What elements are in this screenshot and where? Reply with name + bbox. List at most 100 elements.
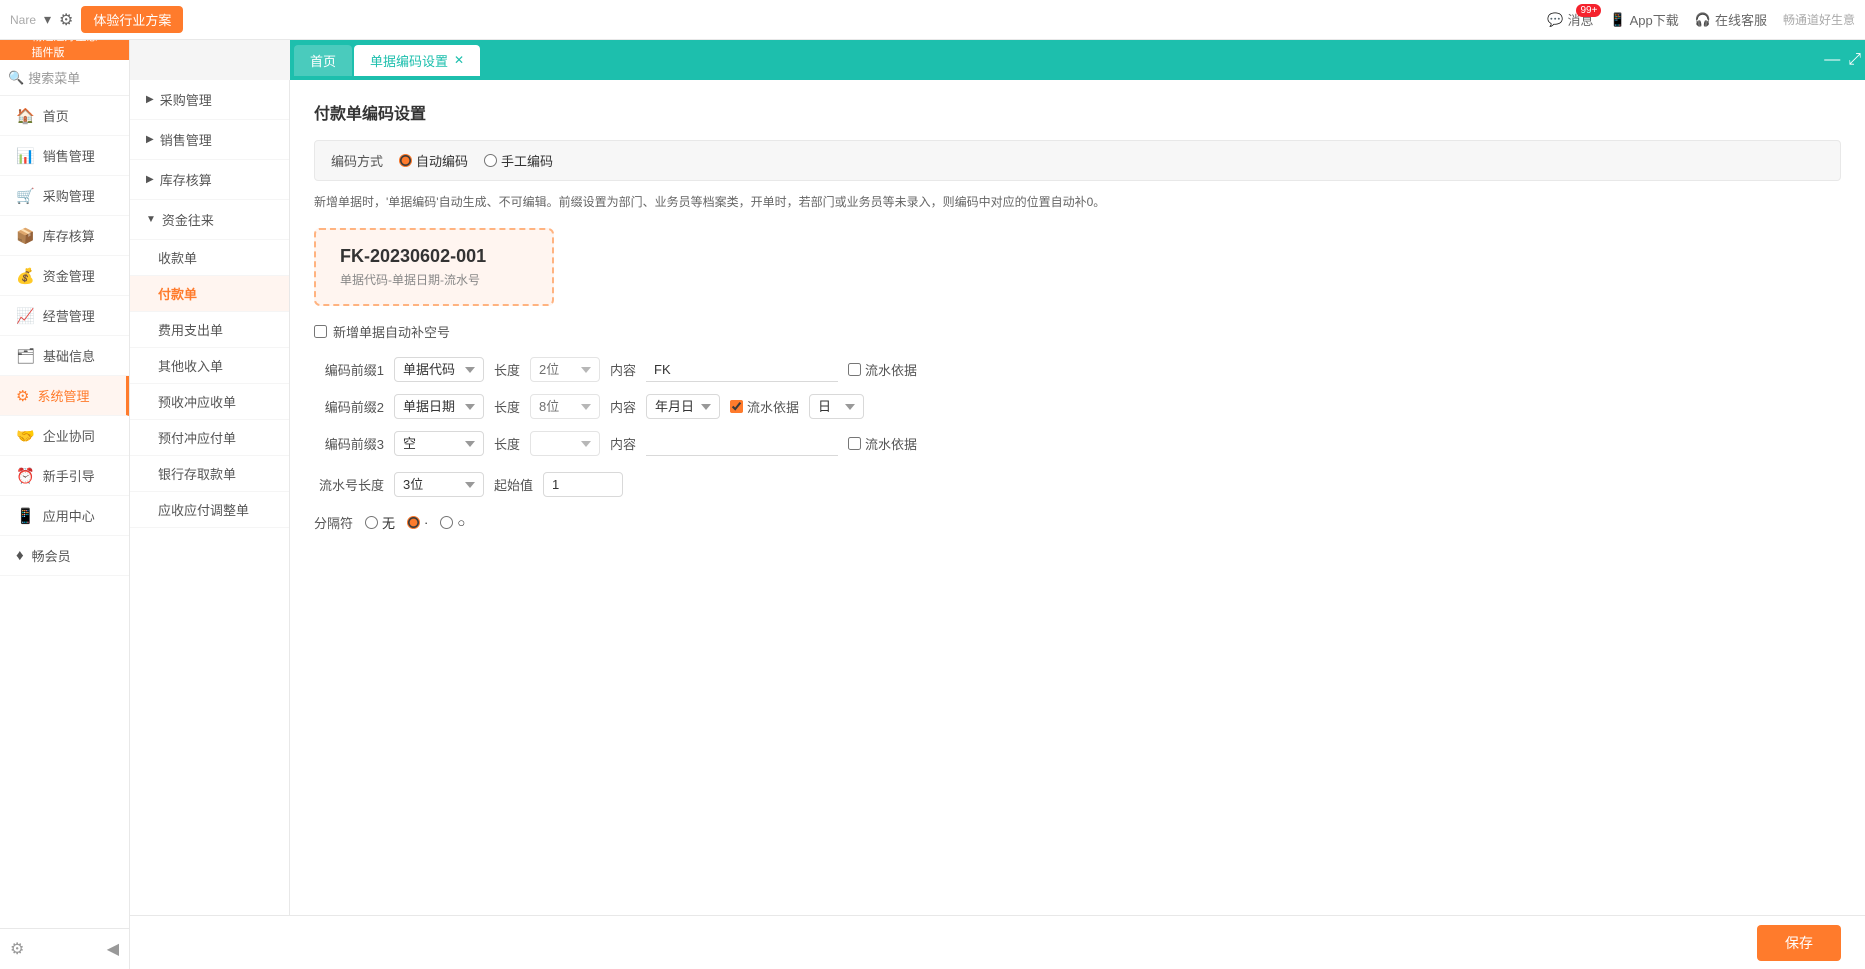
sidebar-item-sales[interactable]: 📊 销售管理 [0,136,129,176]
separator-none-option[interactable]: 无 [365,513,395,532]
serial-length-select[interactable]: 3位 4位 5位 6位 [394,472,484,497]
prefix2-content-label: 内容 [610,397,636,416]
sidebar-item-label: 采购管理 [43,186,95,205]
sidebar-item-app[interactable]: 📱 应用中心 [0,496,129,536]
sidebar-item-label: 库存核算 [43,226,95,245]
prefix1-serial-check[interactable]: 流水依据 [848,360,917,379]
message-button[interactable]: 💬 消息 99+ [1547,10,1593,29]
serial-row: 流水号长度 3位 4位 5位 6位 起始值 [314,472,1841,497]
sidebar-item-enterprise[interactable]: 🤝 企业协同 [0,416,129,456]
sidebar-item-label: 经营管理 [43,306,95,325]
tab-bar-right: — ⤢ [1824,51,1861,69]
sales-icon: 📊 [16,147,35,165]
prefix3-type-select[interactable]: 空 单据代码 单据日期 [394,431,484,456]
tab-home[interactable]: 首页 [294,45,352,76]
sidebar-item-management[interactable]: 📈 经营管理 [0,296,129,336]
prefix3-serial-check[interactable]: 流水依据 [848,434,917,453]
auto-fill-checkbox[interactable] [314,325,327,338]
nav-item-prepaid-ap[interactable]: 预付冲应付单 [130,420,289,456]
separator-dot-option[interactable]: · [407,515,428,530]
settings-icon-button[interactable]: ⚙ [59,10,73,30]
serial-start-label: 起始值 [494,475,533,494]
tab-close-icon[interactable]: ✕ [454,53,464,67]
sidebar-item-label: 首页 [43,106,69,125]
manual-encode-label: 手工编码 [501,151,553,170]
nav-item-bank[interactable]: 银行存取款单 [130,456,289,492]
manual-encode-radio[interactable] [484,154,497,167]
content-area: 付款单编码设置 编码方式 自动编码 手工编码 新增单据时，'单据编码'自动生成、… [290,80,1865,969]
sidebar-item-basic[interactable]: 🗂 基础信息 [0,336,129,376]
prefix3-length-select[interactable] [530,431,600,456]
separator-dash-option[interactable]: ○ [440,515,465,530]
app-download-button[interactable]: 📱 App下载 [1609,10,1678,29]
nav-dropdown-button[interactable]: ▾ [44,11,51,28]
prefix3-serial-checkbox[interactable] [848,437,861,450]
nav-item-expense[interactable]: 费用支出单 [130,312,289,348]
nav-item-receipt[interactable]: 收款单 [130,240,289,276]
prefix1-serial-checkbox[interactable] [848,363,861,376]
sidebar-item-purchase[interactable]: 🛒 采购管理 [0,176,129,216]
prefix1-type-select[interactable]: 单据代码 单据日期 空 [394,357,484,382]
prefix2-row: 编码前缀2 单据日期 单据代码 空 长度 8位 内容 年月日 年月 年 [314,394,1841,419]
nav-group-purchase[interactable]: ▶ 采购管理 [130,80,289,120]
nav-item-adjustment[interactable]: 应收应付调整单 [130,492,289,528]
nav-group-capital[interactable]: ▼ 资金往来 [130,200,289,240]
sidebar-item-home[interactable]: 🏠 首页 [0,96,129,136]
prefix2-serial-checkbox[interactable] [730,400,743,413]
nav-item-payment[interactable]: 付款单 [130,276,289,312]
page-title: 付款单编码设置 [314,100,1841,124]
guide-icon: ⏰ [16,467,35,485]
app-center-icon: 📱 [16,507,35,525]
code-example-box: FK-20230602-001 单据代码-单据日期-流水号 [314,228,554,306]
prefix2-serial-unit-select[interactable]: 日 月 年 [809,394,864,419]
prefix2-length-select[interactable]: 8位 [530,394,600,419]
prefix1-length-select[interactable]: 2位 [530,357,600,382]
auto-encode-radio[interactable] [399,154,412,167]
nav-item-other-income[interactable]: 其他收入单 [130,348,289,384]
nav-group-inventory[interactable]: ▶ 库存核算 [130,160,289,200]
separator-none-label: 无 [382,513,395,532]
sidebar-item-member[interactable]: ♦ 畅会员 [0,536,129,576]
prefix2-type-select[interactable]: 单据日期 单据代码 空 [394,394,484,419]
tab-encoding-settings[interactable]: 单据编码设置 ✕ [354,45,480,76]
brand-text: Nare [10,13,36,27]
sidebar-item-inventory[interactable]: 📦 库存核算 [0,216,129,256]
top-bar-right: 💬 消息 99+ 📱 App下载 🎧 在线客服 畅通道好生意 [1547,10,1855,29]
serial-start-input[interactable] [543,472,623,497]
chevron-right-icon: ▶ [146,94,154,105]
manual-encode-option[interactable]: 手工编码 [484,151,553,170]
separator-none-radio[interactable] [365,516,378,529]
separator-dash-radio[interactable] [440,516,453,529]
nav-group-sales[interactable]: ▶ 销售管理 [130,120,289,160]
chevron-right-icon: ▶ [146,134,154,145]
serial-length-label: 流水号长度 [314,475,384,494]
nav-item-prepaid-ar[interactable]: 预收冲应收单 [130,384,289,420]
online-service-button[interactable]: 🎧 在线客服 [1695,10,1767,29]
sidebar-item-guide[interactable]: ⏰ 新手引导 [0,456,129,496]
tab-expand-button[interactable]: ⤢ [1848,51,1861,69]
encode-type-row: 编码方式 自动编码 手工编码 [314,140,1841,181]
sidebar-item-system[interactable]: ⚙ 系统管理 [0,376,129,416]
sidebar-collapse-button[interactable]: ◀ [107,939,119,959]
message-badge: 99+ [1576,4,1601,17]
auto-encode-option[interactable]: 自动编码 [399,151,468,170]
info-text: 新增单据时，'单据编码'自动生成、不可编辑。前缀设置为部门、业务员等档案类，开单… [314,193,1841,212]
separator-dot-radio[interactable] [407,516,420,529]
save-button[interactable]: 保存 [1757,925,1841,961]
tab-minimize-button[interactable]: — [1824,51,1840,69]
prefix2-content-select[interactable]: 年月日 年月 年 [646,394,720,419]
nav-group-label: 资金往来 [162,210,214,229]
sidebar-item-label: 畅会员 [32,546,71,565]
sidebar-item-capital[interactable]: 💰 资金管理 [0,256,129,296]
user-name: 畅通道好生意 [1783,11,1855,28]
footer-bar: 保存 [130,915,1865,969]
sidebar-settings-button[interactable]: ⚙ [10,939,24,959]
message-icon: 💬 [1547,12,1563,28]
prefix2-serial-check[interactable]: 流水依据 [730,397,799,416]
search-icon: 🔍 [8,70,24,86]
nav-group-label: 库存核算 [160,170,212,189]
cta-button[interactable]: 体验行业方案 [81,6,183,33]
auto-fill-label: 新增单据自动补空号 [333,322,450,341]
sidebar-search[interactable]: 🔍 搜索菜单 [0,60,129,96]
code-example-value: FK-20230602-001 [340,246,528,267]
